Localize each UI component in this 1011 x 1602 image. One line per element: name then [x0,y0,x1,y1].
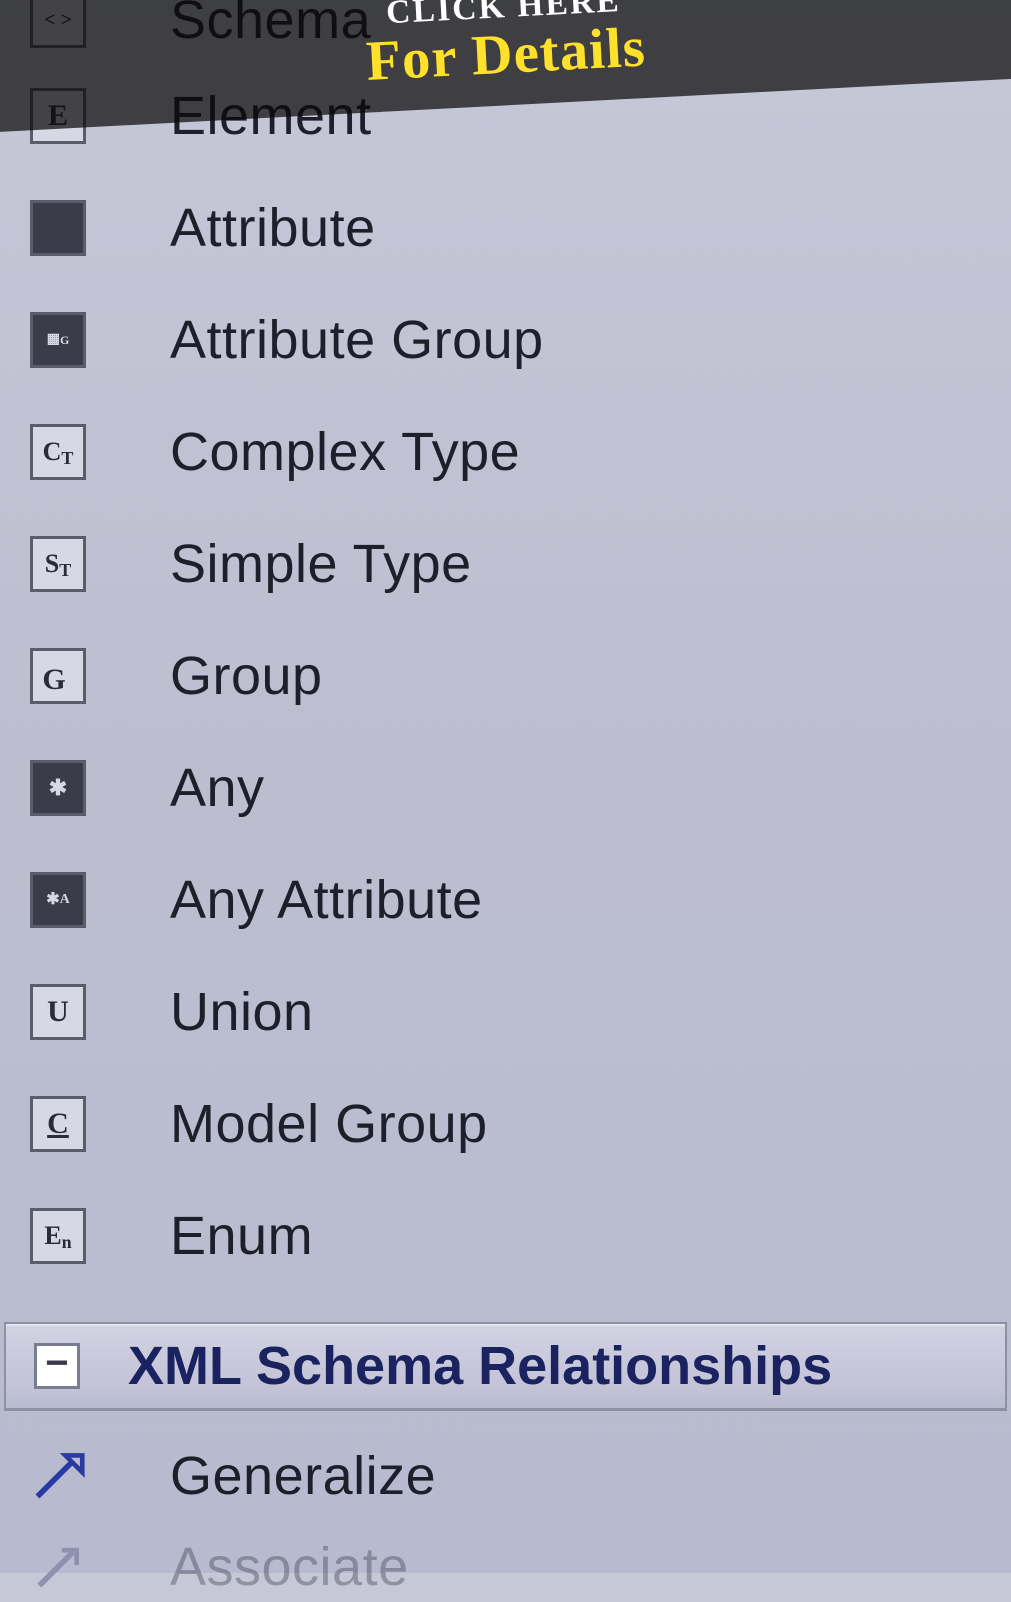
palette-item-label: Attribute [170,197,376,259]
palette-item-label: Complex Type [170,421,520,483]
palette-item-simple-type[interactable]: ST Simple Type [0,508,1011,620]
palette-item-any[interactable]: ✱ Any [0,732,1011,844]
category-header-relationships[interactable]: − XML Schema Relationships [4,1322,1007,1410]
category-header-wrap: − XML Schema Relationships [0,1322,1011,1410]
palette-item-label: Model Group [170,1093,488,1155]
simple-type-icon: ST [30,536,86,592]
palette-item-attribute[interactable]: Attribute [0,172,1011,284]
palette-item-enum[interactable]: En Enum [0,1180,1011,1292]
tool-palette: < > Schema E Element Attribute ▦G Attrib… [0,0,1011,1602]
palette-item-label: Associate [170,1536,409,1598]
palette-item-label: Any Attribute [170,869,483,931]
category-label: XML Schema Relationships [128,1335,832,1397]
group-icon: G [30,648,86,704]
collapse-toggle-icon[interactable]: − [34,1343,80,1389]
palette-item-attribute-group[interactable]: ▦G Attribute Group [0,284,1011,396]
palette-item-label: Attribute Group [170,309,544,371]
palette-item-complex-type[interactable]: CT Complex Type [0,396,1011,508]
attribute-group-icon: ▦G [30,312,86,368]
attribute-icon [30,200,86,256]
any-attribute-icon: ✱A [30,872,86,928]
palette-item-generalize[interactable]: Generalize [0,1420,1011,1532]
palette-item-label: Generalize [170,1445,436,1507]
palette-item-label: Simple Type [170,533,472,595]
palette-item-label: Group [170,645,323,707]
enum-icon: En [30,1208,86,1264]
model-group-icon: C [30,1096,86,1152]
generalize-arrow-icon [30,1448,86,1504]
palette-item-group[interactable]: G Group [0,620,1011,732]
any-icon: ✱ [30,760,86,816]
associate-arrow-icon [30,1539,86,1595]
palette-item-label: Enum [170,1205,313,1267]
palette-item-any-attribute[interactable]: ✱A Any Attribute [0,844,1011,956]
palette-item-union[interactable]: U Union [0,956,1011,1068]
union-icon: U [30,984,86,1040]
overlay-line2: For Details [364,13,647,93]
palette-item-label: Union [170,981,314,1043]
palette-item-associate[interactable]: Associate [0,1532,1011,1602]
palette-item-model-group[interactable]: C Model Group [0,1068,1011,1180]
palette-item-label: Any [170,757,265,819]
complex-type-icon: CT [30,424,86,480]
